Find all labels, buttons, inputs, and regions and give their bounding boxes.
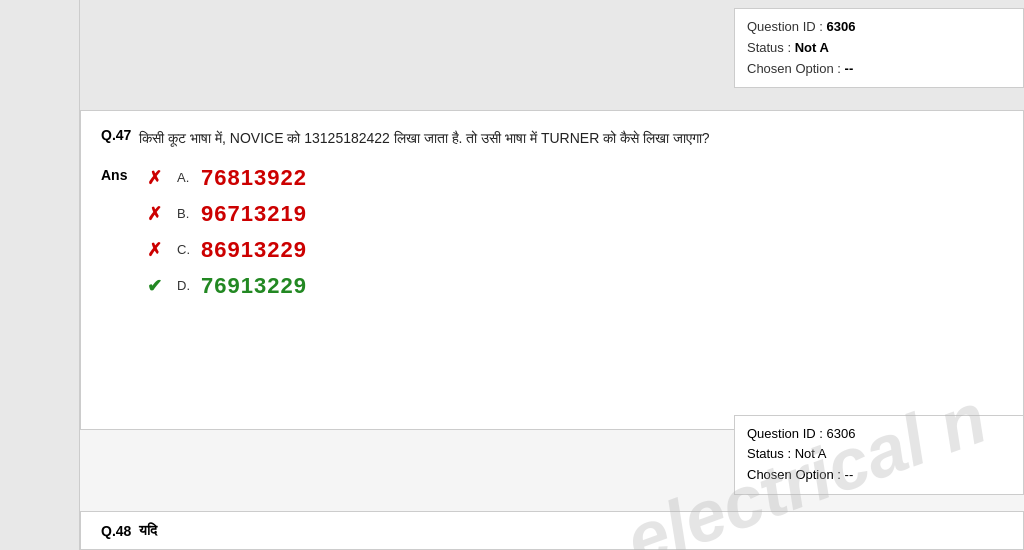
bottom-question-id-label: Question ID : [747,426,826,441]
option-row-c: ✗ C. 86913229 [147,237,307,263]
option-b-icon: ✗ [147,203,169,225]
options-list: ✗ A. 76813922 ✗ B. 96713219 ✗ C. 8691322… [147,165,307,299]
answer-section: Ans ✗ A. 76813922 ✗ B. 96713219 ✗ C. [101,165,1003,299]
question-47-number: Q.47 [101,127,131,143]
ans-label: Ans [101,167,131,183]
question-47-text: किसी कूट भाषा में, NOVICE को 13125182422… [139,127,709,151]
bottom-chosen-row: Chosen Option : -- [747,465,1011,486]
top-chosen-value: -- [845,61,854,76]
option-d-letter: D. [177,278,193,293]
bottom-status-label: Status : [747,446,795,461]
option-c-value: 86913229 [201,237,307,263]
question-48-text: यदि [139,522,157,539]
option-a-letter: A. [177,170,193,185]
question-47-area: Q.47 किसी कूट भाषा में, NOVICE को 131251… [80,110,1024,430]
info-box-bottom: Question ID : 6306 Status : Not A Chosen… [734,415,1024,495]
bottom-chosen-label: Chosen Option : [747,467,845,482]
option-b-letter: B. [177,206,193,221]
bottom-status-value: Not A [795,446,827,461]
bottom-chosen-value: -- [845,467,854,482]
question-48-area: Q.48 यदि [80,511,1024,550]
option-c-letter: C. [177,242,193,257]
bottom-status-row: Status : Not A [747,444,1011,465]
option-c-icon: ✗ [147,239,169,261]
option-d-value: 76913229 [201,273,307,299]
option-d-icon: ✔ [147,275,169,297]
bottom-question-id-value: 6306 [826,426,855,441]
main-container: Question ID : 6306 Status : Not A Chosen… [0,0,1024,550]
option-row-a: ✗ A. 76813922 [147,165,307,191]
option-a-icon: ✗ [147,167,169,189]
top-status-label: Status : [747,40,795,55]
top-question-id-label: Question ID : [747,19,826,34]
top-status-value: Not A [795,40,829,55]
option-row-d: ✔ D. 76913229 [147,273,307,299]
bottom-question-id-row: Question ID : 6306 [747,424,1011,445]
top-status-row: Status : Not A [747,38,1011,59]
top-chosen-label: Chosen Option : [747,61,845,76]
top-question-id-value: 6306 [826,19,855,34]
question-48-content: Q.48 यदि [101,522,1003,539]
option-b-value: 96713219 [201,201,307,227]
info-box-top: Question ID : 6306 Status : Not A Chosen… [734,8,1024,88]
top-chosen-row: Chosen Option : -- [747,59,1011,80]
question-47-header: Q.47 किसी कूट भाषा में, NOVICE को 131251… [101,127,1003,151]
top-question-id-row: Question ID : 6306 [747,17,1011,38]
left-strip [0,0,80,550]
option-a-value: 76813922 [201,165,307,191]
question-48-number: Q.48 [101,523,131,539]
option-row-b: ✗ B. 96713219 [147,201,307,227]
